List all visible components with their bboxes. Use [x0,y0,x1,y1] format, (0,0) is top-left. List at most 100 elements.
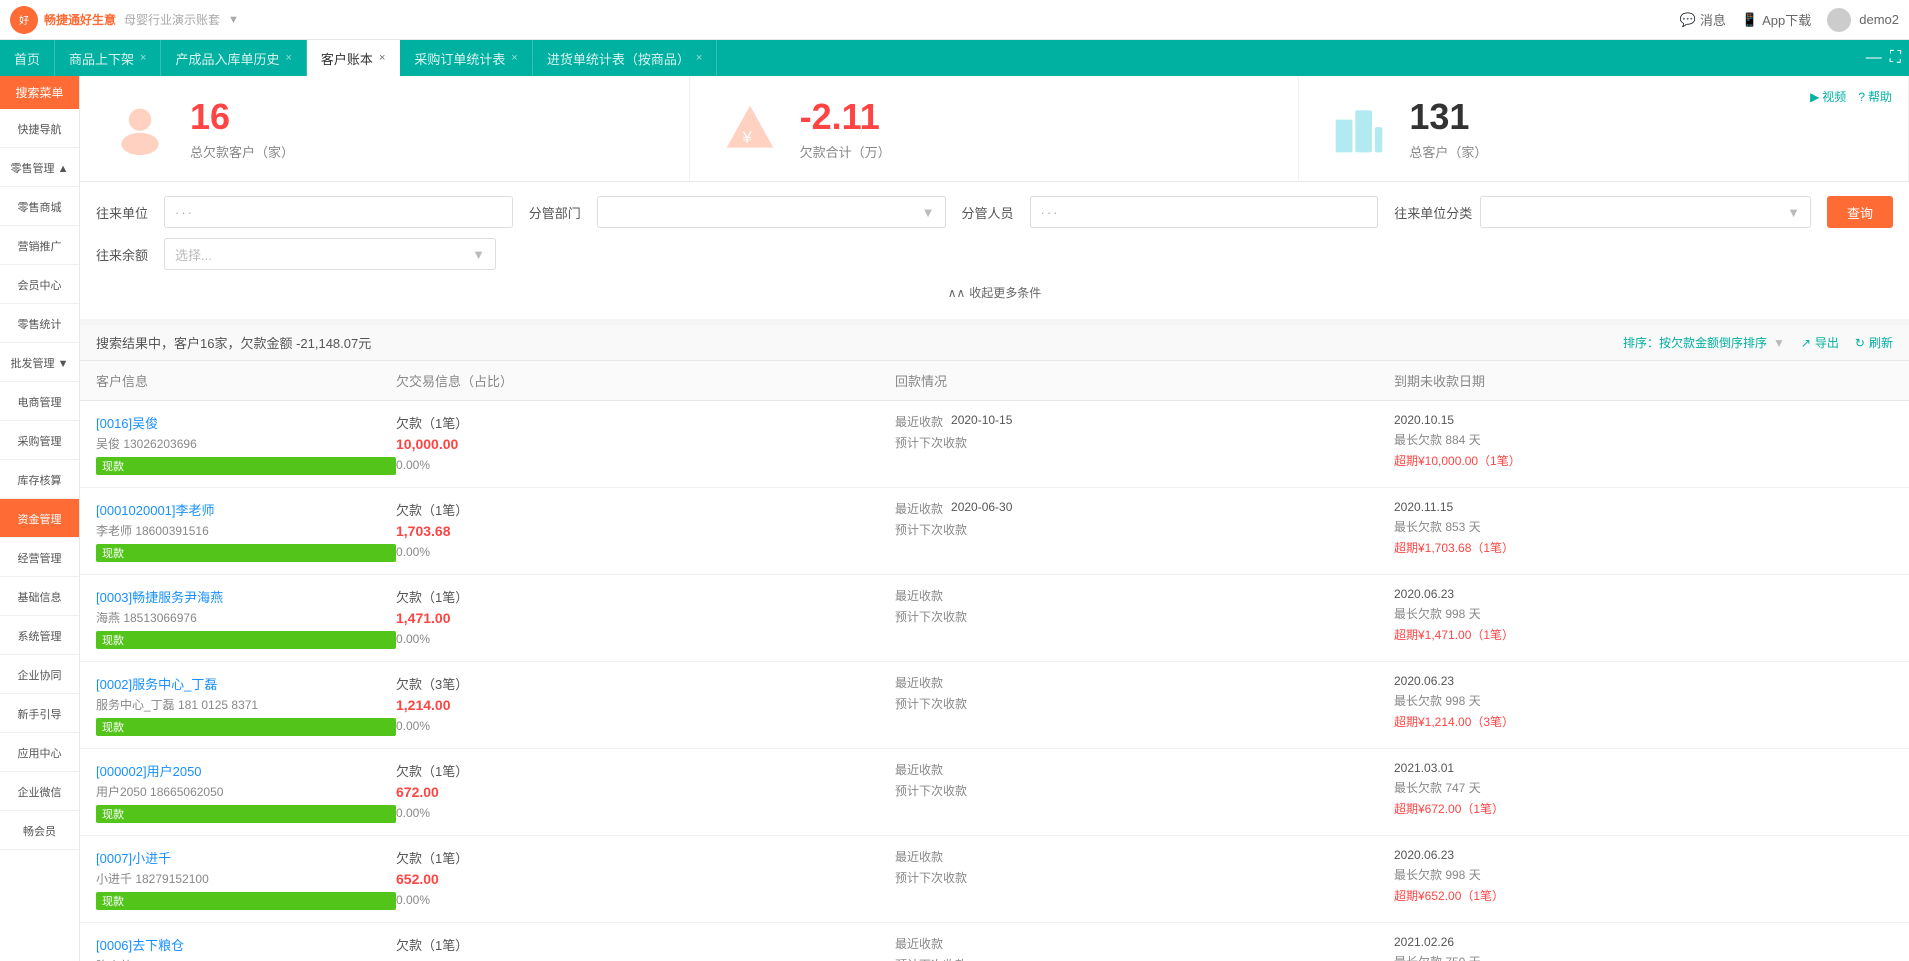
sidebar-item-finance[interactable]: 资金管理 [0,499,79,538]
sidebar-item-vip[interactable]: 畅会员 [0,811,79,850]
unit-category-arrow: ▼ [1787,205,1800,220]
sidebar-item-newbie[interactable]: 新手引导 [0,694,79,733]
expiry-date-2: 2020.06.23 [1394,587,1893,601]
recovery-next-1: 预计下次收款 [895,521,1394,538]
sidebar-item-basic-info[interactable]: 基础信息 [0,577,79,616]
debt-amount-0[interactable]: 10,000.00 [396,436,895,452]
debt-customers-label: 总欠款客户（家） [190,142,294,161]
customer-name-4[interactable]: [000002]用户2050 [96,761,396,780]
recovery-info-6: 最近收款 预计下次收款 [895,935,1394,961]
customer-name-3[interactable]: [0002]服务中心_丁磊 [96,674,396,693]
sidebar-item-wholesale-mgmt[interactable]: 批发管理 ▼ [0,343,79,382]
recovery-info-3: 最近收款 预计下次收款 [895,674,1394,712]
customer-phone-3: 服务中心_丁磊 181 0125 8371 [96,696,396,713]
help-btn[interactable]: ? 帮助 [1858,88,1892,105]
export-btn[interactable]: ↗ 导出 [1801,334,1839,351]
debt-amount-3[interactable]: 1,214.00 [396,697,895,713]
search-button[interactable]: 查询 [1827,196,1893,228]
tab-close-icon[interactable]: × [285,52,291,64]
debt-amount-label: 欠款合计（万） [800,142,891,161]
customer-name-1[interactable]: [0001020001]李老师 [96,500,396,519]
debt-amount-5[interactable]: 652.00 [396,871,895,887]
result-bar: 搜索结果中，客户16家，欠款金额 -21,148.07元 排序：按欠款金额倒序排… [80,325,1909,361]
filter-area: 往来单位 ··· 分管部门 ▼ 分管人员 ··· [80,182,1909,319]
sidebar-item-quick-nav[interactable]: 快捷导航 [0,109,79,148]
unit-category-label: 往来单位分类 [1394,203,1472,222]
recovery-last-3: 最近收款 [895,674,1394,691]
debt-amount-1[interactable]: 1,703.68 [396,523,895,539]
debt-info-4: 欠款（1笔） 672.00 0.00% [396,761,895,820]
sidebar-item-app-center[interactable]: 应用中心 [0,733,79,772]
tab-close-icon[interactable]: × [379,52,385,64]
overdue-text-1[interactable]: 超期¥1,703.68（1笔） [1394,539,1893,556]
sidebar-item-business[interactable]: 经营管理 [0,538,79,577]
sidebar-item-system[interactable]: 系统管理 [0,616,79,655]
sidebar-item-retail-mall[interactable]: 零售商城 [0,187,79,226]
table-row: [0006]去下粮仓 陈小帅 现款 欠款（1笔） 455.90 0.00% 最近… [80,923,1909,961]
tab-close-icon[interactable]: × [140,52,146,64]
debt-ratio-2: 0.00% [396,632,895,646]
overdue-text-5[interactable]: 超期¥652.00（1笔） [1394,887,1893,904]
debt-amount-4[interactable]: 672.00 [396,784,895,800]
tab-product-toggle[interactable]: 商品上下架 × [55,40,161,76]
customer-info-6: [0006]去下粮仓 陈小帅 现款 [96,935,396,961]
user-avatar[interactable]: demo2 [1827,8,1899,32]
sidebar-search[interactable]: 搜索菜单 [0,76,79,109]
dept-input[interactable]: ▼ [597,196,946,228]
overdue-text-3[interactable]: 超期¥1,214.00（3笔） [1394,713,1893,730]
person-input[interactable]: ··· [1030,196,1379,228]
maximize-icon[interactable]: ⛶ [1890,49,1901,67]
avatar [1827,8,1851,32]
sidebar-item-retail-mgmt[interactable]: 零售管理 ▲ [0,148,79,187]
tab-incoming-stats[interactable]: 进货单统计表（按商品） × [533,40,717,76]
sidebar-item-corp-collab[interactable]: 企业协同 [0,655,79,694]
debt-amount-2[interactable]: 1,471.00 [396,610,895,626]
customer-name-6[interactable]: [0006]去下粮仓 [96,935,396,954]
overdue-days-2: 最长欠款 998 天 [1394,605,1893,622]
video-btn[interactable]: ▶ 视频 [1810,88,1846,105]
overdue-days-4: 最长欠款 747 天 [1394,779,1893,796]
tab-customer-account[interactable]: 客户账本 × [307,40,400,76]
sidebar-item-corp-wechat[interactable]: 企业微信 [0,772,79,811]
sidebar-item-purchase[interactable]: 采购管理 [0,421,79,460]
company-name[interactable]: 母婴行业演示账套 [124,11,220,28]
recovery-last-2: 最近收款 [895,587,1394,604]
sidebar-item-ecommerce[interactable]: 电商管理 [0,382,79,421]
stats-row: 16 总欠款客户（家） ¥ -2.11 欠款合计（万） [80,76,1909,182]
sort-selector[interactable]: 排序：按欠款金额倒序排序 ▼ [1623,334,1785,351]
overdue-text-2[interactable]: 超期¥1,471.00（1笔） [1394,626,1893,643]
collapse-button[interactable]: ∧∧ 收起更多条件 [948,284,1042,301]
table-row: [0001020001]李老师 李老师 18600391516 现款 欠款（1笔… [80,488,1909,575]
stat-info-debt-customers: 16 总欠款客户（家） [190,96,294,161]
overdue-text-4[interactable]: 超期¥672.00（1笔） [1394,800,1893,817]
sidebar-item-inventory[interactable]: 库存核算 [0,460,79,499]
sidebar-item-marketing[interactable]: 营销推广 [0,226,79,265]
sidebar-item-retail-stats[interactable]: 零售统计 [0,304,79,343]
main-layout: 搜索菜单 快捷导航 零售管理 ▲ 零售商城 营销推广 会员中心 零售统计 批发管… [0,76,1909,961]
message-btn[interactable]: 💬 消息 [1680,10,1726,29]
sidebar-item-member[interactable]: 会员中心 [0,265,79,304]
recovery-info-4: 最近收款 预计下次收款 [895,761,1394,799]
overdue-text-0[interactable]: 超期¥10,000.00（1笔） [1394,452,1893,469]
tab-purchase-order[interactable]: 采购订单统计表 × [400,40,532,76]
overdue-days-5: 最长欠款 998 天 [1394,866,1893,883]
customer-name-2[interactable]: [0003]畅捷服务尹海燕 [96,587,396,606]
refresh-btn[interactable]: ↻ 刷新 [1855,334,1893,351]
customer-name-0[interactable]: [0016]吴俊 [96,413,396,432]
tab-close-icon[interactable]: × [696,52,702,64]
customer-name-5[interactable]: [0007]小进千 [96,848,396,867]
overdue-days-1: 最长欠款 853 天 [1394,518,1893,535]
tab-product-history[interactable]: 产成品入库单历史 × [161,40,306,76]
tab-home[interactable]: 首页 [0,40,55,76]
source-unit-input[interactable]: ··· [164,196,513,228]
subtitle: ▼ [228,14,239,26]
stat-info-debt-amount: -2.11 欠款合计（万） [800,96,891,161]
nav-tabs: 首页 商品上下架 × 产成品入库单历史 × 客户账本 × 采购订单统计表 × 进… [0,40,1909,76]
balance-select[interactable]: 选择... ▼ [164,238,496,270]
tab-close-icon[interactable]: × [511,52,517,64]
minimize-icon[interactable]: — [1866,49,1882,67]
unit-category-input[interactable]: ▼ [1480,196,1811,228]
app-download-btn[interactable]: 📱 App下载 [1742,10,1811,29]
debt-amount-icon: ¥ [720,99,780,159]
debt-count-4: 欠款（1笔） [396,761,895,780]
